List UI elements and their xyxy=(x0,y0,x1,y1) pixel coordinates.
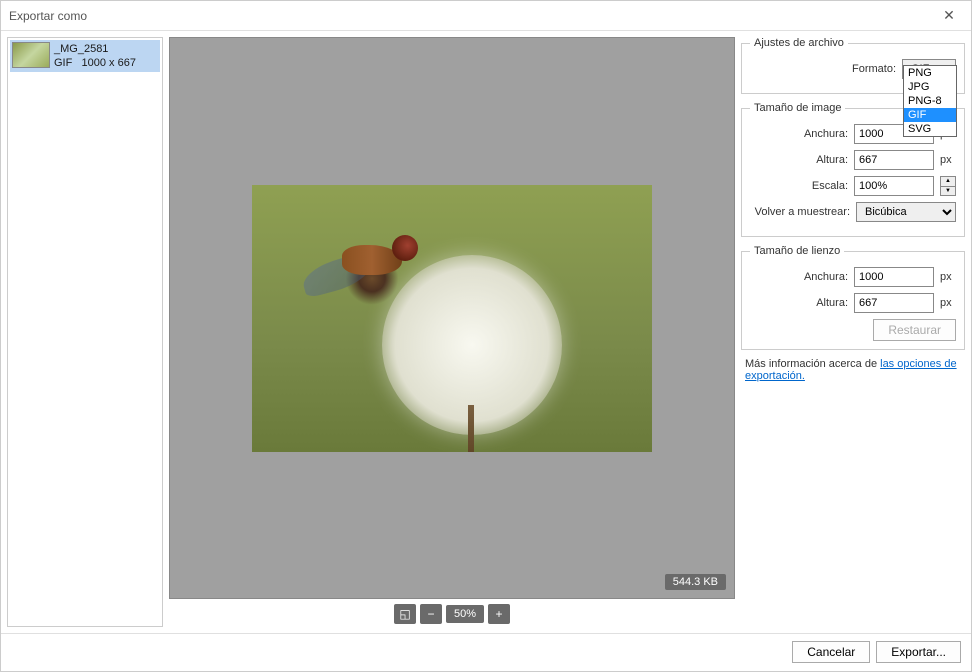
zoom-in-icon[interactable]: + xyxy=(488,604,510,624)
zoom-level[interactable]: 50% xyxy=(446,605,484,623)
thumbnail-item[interactable]: _MG_2581 GIF 1000 x 667 xyxy=(10,40,160,72)
preview-panel: 544.3 KB ◱ − 50% + xyxy=(169,37,735,627)
format-option-svg[interactable]: SVG xyxy=(904,122,956,136)
zoom-toolbar: ◱ − 50% + xyxy=(169,601,735,627)
scale-spinner[interactable]: ▲▼ xyxy=(940,176,956,196)
thumbnail-list: _MG_2581 GIF 1000 x 667 xyxy=(7,37,163,627)
titlebar: Exportar como ✕ xyxy=(1,1,971,31)
thumbnail-meta: GIF 1000 x 667 xyxy=(54,56,136,70)
format-option-png[interactable]: PNG xyxy=(904,66,956,80)
format-option-jpg[interactable]: JPG xyxy=(904,80,956,94)
format-label: Formato: xyxy=(852,63,896,75)
format-option-gif[interactable]: GIF xyxy=(904,108,956,122)
restore-button: Restaurar xyxy=(873,319,956,341)
info-text: Más información acerca de las opciones d… xyxy=(741,358,965,382)
canvas-width-unit: px xyxy=(940,271,956,283)
width-label: Anchura: xyxy=(804,128,848,140)
thumbnail-filename: _MG_2581 xyxy=(54,42,136,56)
file-settings-group: Ajustes de archivo Formato: GIF PNG JPG … xyxy=(741,37,965,94)
canvas-height-label: Altura: xyxy=(816,297,848,309)
height-label: Altura: xyxy=(816,154,848,166)
file-settings-legend: Ajustes de archivo xyxy=(750,37,848,49)
window-title: Exportar como xyxy=(9,9,87,23)
fit-icon[interactable]: ◱ xyxy=(394,604,416,624)
canvas-height-input[interactable] xyxy=(854,293,934,313)
canvas-size-legend: Tamaño de lienzo xyxy=(750,245,844,257)
resample-label: Volver a muestrear: xyxy=(755,206,850,218)
canvas-width-label: Anchura: xyxy=(804,271,848,283)
filesize-badge: 544.3 KB xyxy=(665,574,726,590)
resample-select[interactable]: Bicúbica xyxy=(856,202,956,222)
image-size-legend: Tamaño de image xyxy=(750,102,845,114)
scale-input[interactable] xyxy=(854,176,934,196)
zoom-out-icon[interactable]: − xyxy=(420,604,442,624)
cancel-button[interactable]: Cancelar xyxy=(792,641,870,663)
dialog-footer: Cancelar Exportar... xyxy=(1,633,971,669)
thumbnail-image xyxy=(12,42,50,68)
thumbnail-info: _MG_2581 GIF 1000 x 667 xyxy=(54,42,136,70)
close-button[interactable]: ✕ xyxy=(927,1,971,31)
export-button[interactable]: Exportar... xyxy=(876,641,961,663)
canvas-height-unit: px xyxy=(940,297,956,309)
height-unit: px xyxy=(940,154,956,166)
canvas-width-input[interactable] xyxy=(854,267,934,287)
height-input[interactable] xyxy=(854,150,934,170)
format-dropdown-list[interactable]: PNG JPG PNG-8 GIF SVG xyxy=(903,65,957,137)
preview-image xyxy=(252,185,652,452)
preview-area[interactable]: 544.3 KB xyxy=(169,37,735,599)
format-option-png8[interactable]: PNG-8 xyxy=(904,94,956,108)
settings-sidebar: Ajustes de archivo Formato: GIF PNG JPG … xyxy=(741,37,965,627)
scale-label: Escala: xyxy=(812,180,848,192)
canvas-size-group: Tamaño de lienzo Anchura: px Altura: px … xyxy=(741,245,965,350)
